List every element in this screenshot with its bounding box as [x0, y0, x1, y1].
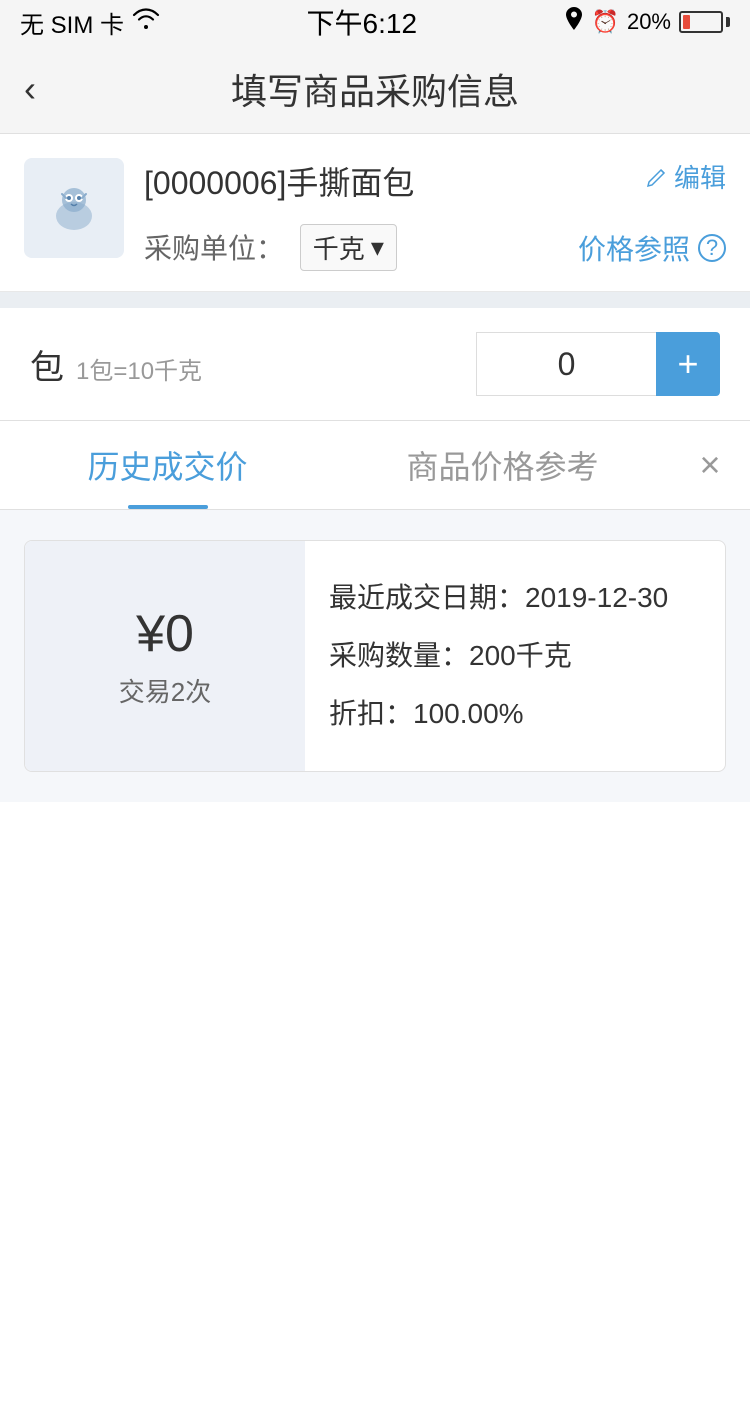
carrier-label: 无 SIM 卡 — [20, 5, 124, 40]
tab-history-label: 历史成交价 — [87, 442, 247, 488]
quantity-detail-value: 200千克 — [469, 640, 572, 671]
status-bar: 无 SIM 卡 下午6:12 ⏰ 20% — [0, 0, 750, 44]
product-header: [0000006]手撕面包 编辑 — [144, 158, 726, 204]
location-icon — [564, 7, 584, 37]
quantity-detail-label: 采购数量： — [329, 640, 469, 671]
discount-value: 100.00% — [413, 698, 524, 729]
unit-group: 采购单位： 千克 ▾ — [144, 224, 397, 271]
close-icon: × — [699, 444, 720, 486]
history-content-area: ¥0 交易2次 最近成交日期：2019-12-30 采购数量：200千克 折扣：… — [0, 510, 750, 802]
trade-detail-section: 最近成交日期：2019-12-30 采购数量：200千克 折扣：100.00% — [305, 541, 725, 771]
quantity-control: + — [476, 332, 720, 396]
quantity-row: 包 1包=10千克 + — [0, 308, 750, 421]
trade-price-value: ¥0 — [136, 604, 194, 664]
quantity-row-detail: 采购数量：200千克 — [329, 635, 701, 677]
plus-icon: + — [677, 343, 698, 385]
tab-history-price[interactable]: 历史成交价 — [0, 421, 335, 509]
alarm-icon: ⏰ — [592, 9, 619, 35]
product-thumbnail — [24, 158, 124, 258]
bottom-space — [0, 802, 750, 1402]
status-left: 无 SIM 卡 — [20, 5, 160, 40]
unit-label: 采购单位： — [144, 233, 284, 264]
price-number: 0 — [165, 605, 194, 663]
page-title: 填写商品采购信息 — [231, 63, 519, 115]
edit-label: 编辑 — [674, 158, 726, 195]
quantity-label-group: 包 1包=10千克 — [30, 340, 202, 389]
back-button[interactable]: ‹ — [24, 68, 36, 110]
tab-close-button[interactable]: × — [670, 421, 750, 509]
section-divider — [0, 292, 750, 308]
product-name: [0000006]手撕面包 — [144, 158, 414, 204]
help-icon: ? — [698, 234, 726, 262]
unit-value: 千克 — [313, 229, 365, 266]
battery-icon — [679, 11, 730, 33]
chevron-down-icon: ▾ — [371, 232, 384, 263]
currency-symbol: ¥ — [136, 605, 165, 663]
tab-active-indicator — [128, 505, 208, 509]
recent-date-label: 最近成交日期： — [329, 582, 525, 613]
product-info: [0000006]手撕面包 编辑 采购单位： 千克 ▾ 价格参照 ? — [144, 158, 726, 271]
status-right: ⏰ 20% — [564, 7, 730, 37]
trade-price-section: ¥0 交易2次 — [25, 541, 305, 771]
package-hint: 1包=10千克 — [76, 351, 202, 386]
product-card: [0000006]手撕面包 编辑 采购单位： 千克 ▾ 价格参照 ? — [0, 134, 750, 292]
product-unit-row: 采购单位： 千克 ▾ 价格参照 ? — [144, 224, 726, 271]
recent-date-value: 2019-12-30 — [525, 582, 668, 613]
status-time: 下午6:12 — [307, 2, 418, 42]
price-ref-label: 价格参照 — [578, 228, 690, 268]
trade-card: ¥0 交易2次 最近成交日期：2019-12-30 采购数量：200千克 折扣：… — [24, 540, 726, 772]
quantity-plus-button[interactable]: + — [656, 332, 720, 396]
nav-bar: ‹ 填写商品采购信息 — [0, 44, 750, 134]
product-title: 手撕面包 — [286, 165, 414, 201]
recent-date-row: 最近成交日期：2019-12-30 — [329, 577, 701, 619]
tab-product-label: 商品价格参考 — [406, 442, 598, 488]
edit-button[interactable]: 编辑 — [646, 158, 726, 195]
price-reference-button[interactable]: 价格参照 ? — [578, 228, 726, 268]
trade-count: 交易2次 — [119, 672, 211, 709]
tab-product-price[interactable]: 商品价格参考 — [335, 421, 670, 509]
tab-bar: 历史成交价 商品价格参考 × — [0, 421, 750, 510]
quantity-input[interactable] — [476, 332, 656, 396]
discount-row: 折扣：100.00% — [329, 693, 701, 735]
battery-percent: 20% — [627, 9, 671, 35]
discount-label: 折扣： — [329, 698, 413, 729]
wifi-icon — [132, 8, 160, 37]
package-label: 包 — [30, 340, 64, 389]
product-id: [0000006] — [144, 165, 286, 201]
unit-select[interactable]: 千克 ▾ — [300, 224, 397, 271]
